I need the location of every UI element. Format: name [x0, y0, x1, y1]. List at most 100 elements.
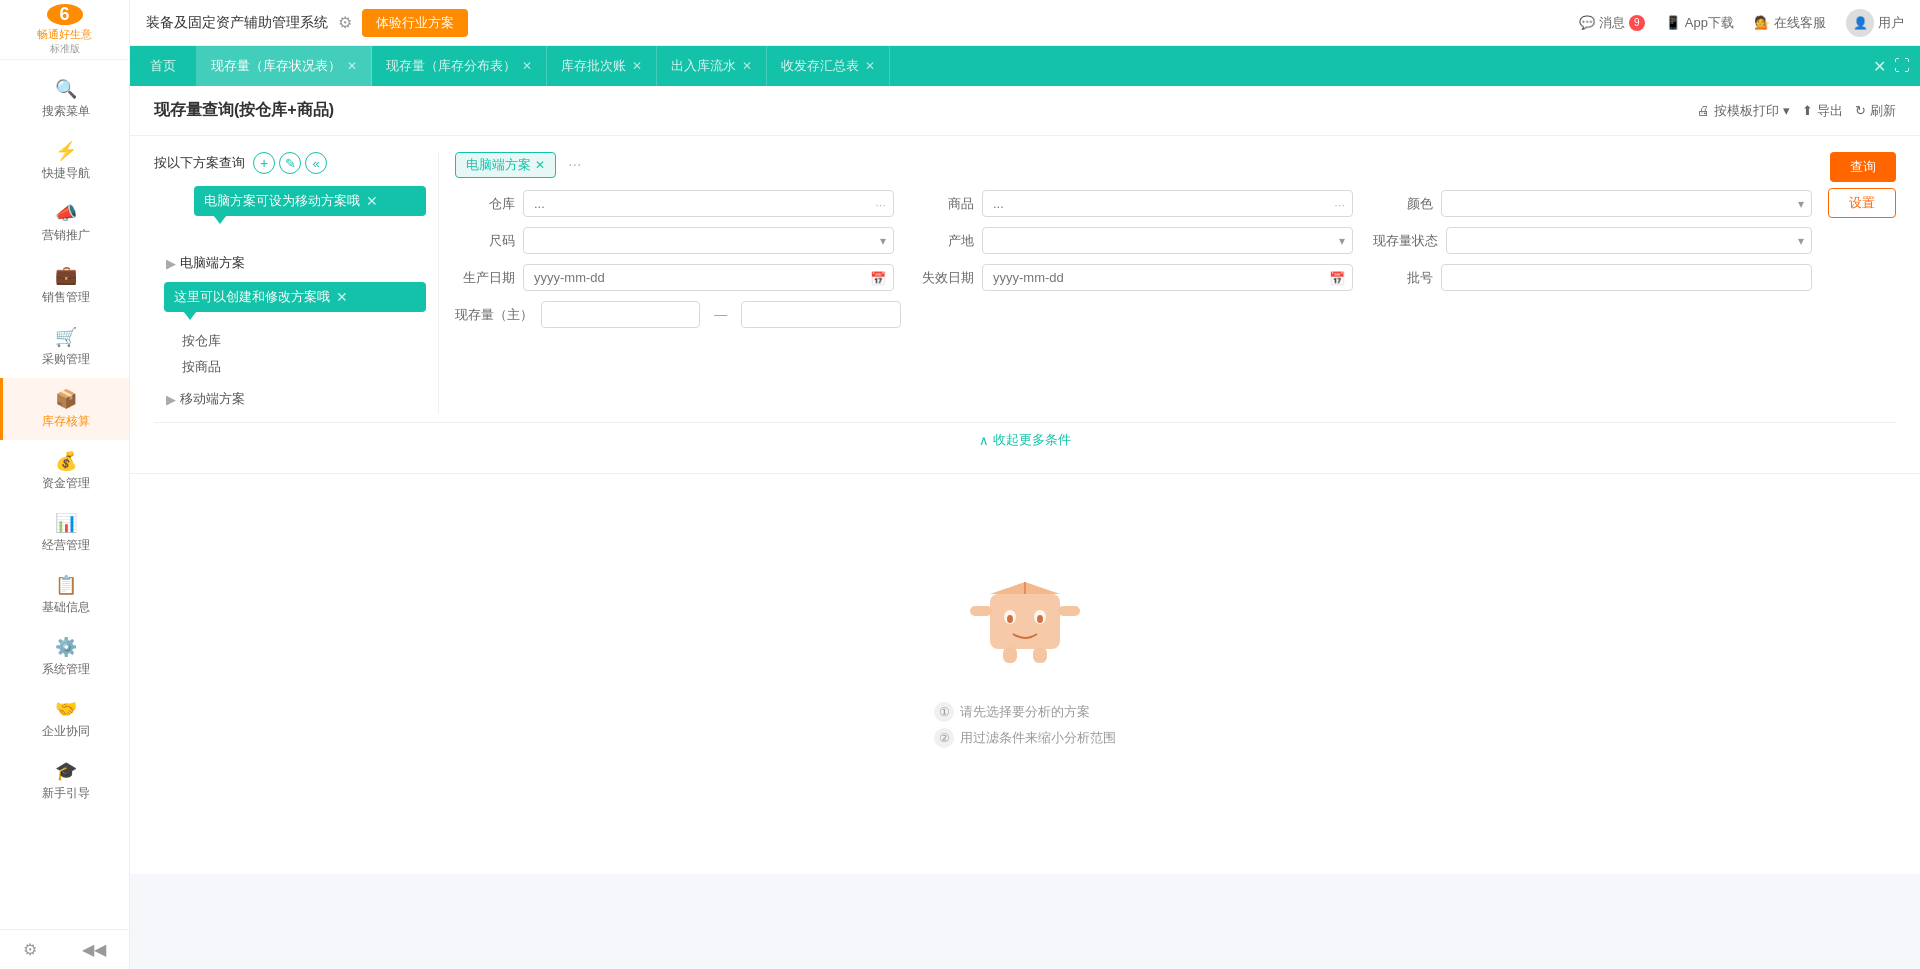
sidebar-item-enterprise[interactable]: 🤝 企业协同 — [0, 688, 129, 750]
tab-summary-label: 收发存汇总表 — [781, 57, 859, 75]
sidebar-item-sales[interactable]: 💼 销售管理 — [0, 254, 129, 316]
tooltip-2-close[interactable]: ✕ — [336, 289, 348, 305]
origin-field: 产地 ▾ — [914, 227, 1353, 254]
reset-button[interactable]: 设置 — [1828, 188, 1896, 218]
stock-status-select-wrap: ▾ — [1446, 227, 1812, 254]
empty-hint-1: ① 请先选择要分析的方案 — [934, 702, 1116, 722]
tab-stock-status[interactable]: 现存量（库存状况表） ✕ — [197, 46, 372, 86]
sidebar-item-marketing[interactable]: 📣 营销推广 — [0, 192, 129, 254]
tab-close-all-btn[interactable]: ✕ — [1873, 57, 1886, 76]
origin-select[interactable] — [982, 227, 1353, 254]
stock-status-select[interactable] — [1446, 227, 1812, 254]
sidebar-item-label: 新手引导 — [42, 785, 90, 802]
graduate-icon: 🎓 — [55, 760, 77, 782]
list-icon: 📋 — [55, 574, 77, 596]
user-avatar-button[interactable]: 👤 用户 — [1846, 9, 1904, 37]
sidebar-item-search[interactable]: 🔍 搜索菜单 — [0, 68, 129, 130]
tab-home[interactable]: 首页 — [130, 46, 197, 86]
prod-date-calendar-icon[interactable]: 📅 — [870, 270, 886, 285]
sidebar-item-purchase[interactable]: 🛒 采购管理 — [0, 316, 129, 378]
tab-stock-status-close[interactable]: ✕ — [347, 59, 357, 73]
sidebar-item-label: 资金管理 — [42, 475, 90, 492]
service-icon: 💁 — [1754, 15, 1770, 30]
prod-date-input[interactable] — [523, 264, 894, 291]
tab-flow-close[interactable]: ✕ — [742, 59, 752, 73]
filter-header: 按以下方案查询 + ✎ « — [154, 152, 426, 174]
page-title: 现存量查询(按仓库+商品) — [154, 100, 334, 121]
filter-row-4: 现存量（主） — — [455, 301, 1812, 328]
arrow-icon-mobile: ▶ — [166, 392, 176, 407]
refresh-button[interactable]: ↻ 刷新 — [1855, 102, 1896, 120]
tooltip-pc-to-mobile: 电脑方案可设为移动方案哦 ✕ — [194, 186, 426, 216]
batch-input[interactable] — [1441, 264, 1812, 291]
back-scenario-btn[interactable]: « — [305, 152, 327, 174]
sidebar-item-finance[interactable]: 💰 资金管理 — [0, 440, 129, 502]
scenario-mobile-row[interactable]: ▶ 移动端方案 — [154, 384, 426, 414]
sidebar-item-label: 销售管理 — [42, 289, 90, 306]
goods-dots-btn[interactable]: ··· — [1334, 196, 1345, 211]
content-area: ① 请先选择要分析的方案 ② 用过滤条件来缩小分析范围 — [130, 474, 1920, 874]
scenario-pc-row[interactable]: ▶ 电脑端方案 — [154, 248, 426, 278]
trial-button[interactable]: 体验行业方案 — [362, 9, 468, 37]
app-download-button[interactable]: 📱 App下载 — [1665, 14, 1734, 32]
tabbar-right: ✕ ⛶ — [1873, 57, 1920, 76]
sidebar-item-business[interactable]: 📊 经营管理 — [0, 502, 129, 564]
collapse-bar[interactable]: ∧ 收起更多条件 — [154, 422, 1896, 457]
sidebar-item-guide[interactable]: 🎓 新手引导 — [0, 750, 129, 812]
lightning-icon: ⚡ — [55, 140, 77, 162]
tab-fullscreen-btn[interactable]: ⛶ — [1894, 57, 1910, 75]
settings-footer-btn[interactable]: ⚙ — [23, 940, 37, 959]
collapse-sidebar-btn[interactable]: ◀◀ — [82, 940, 106, 959]
tab-summary[interactable]: 收发存汇总表 ✕ — [767, 46, 890, 86]
tab-stock-dist-label: 现存量（库存分布表） — [386, 57, 516, 75]
settings-icon[interactable]: ⚙ — [338, 13, 352, 32]
message-button[interactable]: 💬 消息 9 — [1579, 14, 1645, 32]
scenario-sub-warehouse[interactable]: 按仓库 — [154, 328, 426, 354]
sidebar-item-system[interactable]: ⚙️ 系统管理 — [0, 626, 129, 688]
empty-state: ① 请先选择要分析的方案 ② 用过滤条件来缩小分析范围 — [130, 474, 1920, 834]
color-select[interactable] — [1441, 190, 1812, 217]
scenario-sub-goods[interactable]: 按商品 — [154, 354, 426, 380]
tooltip-1-close[interactable]: ✕ — [366, 193, 378, 209]
tab-batch-close[interactable]: ✕ — [632, 59, 642, 73]
tab-stock-dist[interactable]: 现存量（库存分布表） ✕ — [372, 46, 547, 86]
color-field: 颜色 ▾ — [1373, 190, 1812, 217]
sidebar-item-label: 搜索菜单 — [42, 103, 90, 120]
warehouse-dots-btn[interactable]: ··· — [875, 196, 886, 211]
add-scenario-btn[interactable]: + — [253, 152, 275, 174]
query-button[interactable]: 查询 — [1830, 152, 1896, 182]
tab-batch[interactable]: 库存批次账 ✕ — [547, 46, 657, 86]
edit-scenario-btn[interactable]: ✎ — [279, 152, 301, 174]
empty-illustration — [955, 554, 1095, 674]
service-label: 在线客服 — [1774, 14, 1826, 32]
money-icon: 💰 — [55, 450, 77, 472]
hint-text-2: 用过滤条件来缩小分析范围 — [960, 729, 1116, 747]
sidebar-item-basic[interactable]: 📋 基础信息 — [0, 564, 129, 626]
expire-date-calendar-icon[interactable]: 📅 — [1329, 270, 1345, 285]
warehouse-input[interactable] — [523, 190, 894, 217]
expire-date-input[interactable] — [982, 264, 1353, 291]
arrow-icon: ▶ — [166, 256, 176, 271]
tooltip-text-1: 电脑方案可设为移动方案哦 — [204, 192, 360, 210]
tab-stock-dist-close[interactable]: ✕ — [522, 59, 532, 73]
tab-summary-close[interactable]: ✕ — [865, 59, 875, 73]
sidebar-item-stock[interactable]: 📦 库存核算 — [0, 378, 129, 440]
size-select[interactable] — [523, 227, 894, 254]
online-service-button[interactable]: 💁 在线客服 — [1754, 14, 1826, 32]
svg-rect-7 — [1058, 606, 1080, 616]
warehouse-field: 仓库 ··· — [455, 190, 894, 217]
goods-input[interactable] — [982, 190, 1353, 217]
empty-texts: ① 请先选择要分析的方案 ② 用过滤条件来缩小分析范围 — [934, 702, 1116, 754]
scenario-panel: 按以下方案查询 + ✎ « 电脑方案可设为移动方案哦 ✕ — [154, 152, 439, 414]
filter-chip-row: 电脑端方案 ✕ ··· — [455, 152, 1812, 178]
print-button[interactable]: 🖨 按模板打印 ▾ — [1697, 102, 1790, 120]
sidebar-item-quicknav[interactable]: ⚡ 快捷导航 — [0, 130, 129, 192]
sidebar-item-label: 快捷导航 — [42, 165, 90, 182]
user-label: 用户 — [1878, 14, 1904, 32]
tab-flow[interactable]: 出入库流水 ✕ — [657, 46, 767, 86]
export-button[interactable]: ⬆ 导出 — [1802, 102, 1843, 120]
stock-qty-max[interactable] — [741, 301, 900, 328]
stock-qty-min[interactable] — [541, 301, 700, 328]
chip-close[interactable]: ✕ — [535, 158, 545, 172]
origin-select-wrap: ▾ — [982, 227, 1353, 254]
